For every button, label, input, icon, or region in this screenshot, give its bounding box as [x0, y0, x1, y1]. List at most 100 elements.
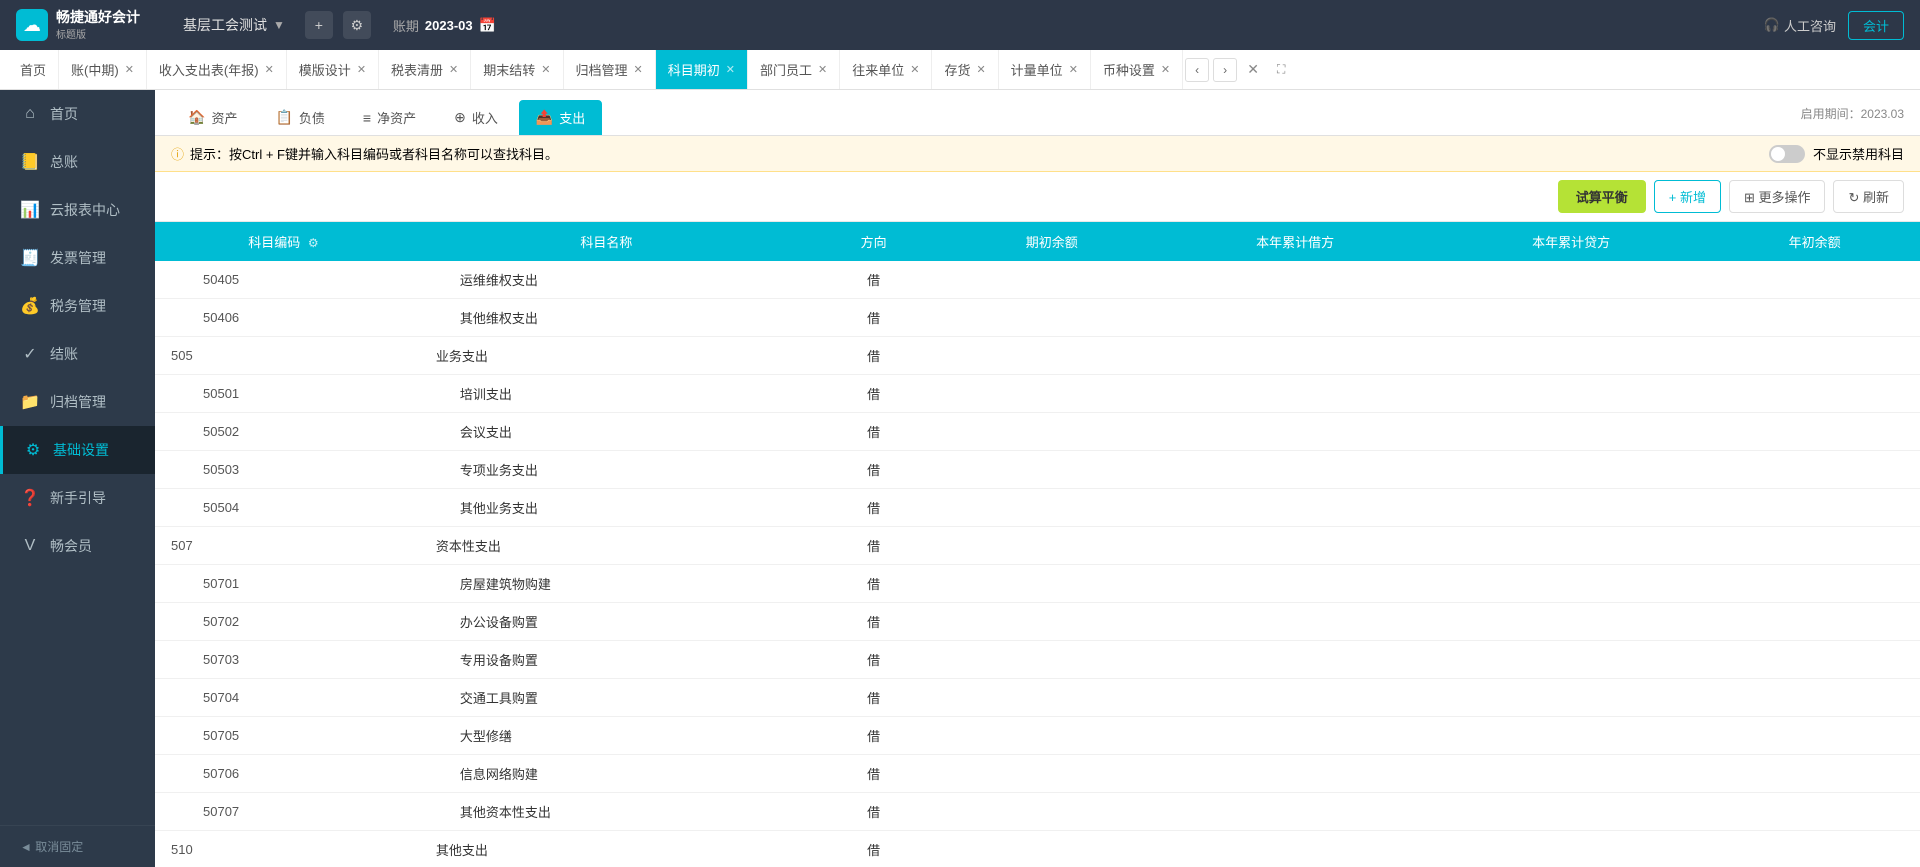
tab-subject-init-close[interactable]: ✕	[726, 63, 735, 76]
col-direction: 方向	[801, 222, 947, 261]
sidebar-item-member[interactable]: V 畅会员	[0, 522, 155, 570]
tab-income[interactable]: 收入支出表(年报) ✕	[147, 50, 287, 90]
table-row[interactable]: 50702办公设备购置借	[155, 603, 1920, 641]
table-row[interactable]: 50405运维维权支出借	[155, 261, 1920, 299]
tab-period-end[interactable]: 期末结转 ✕	[471, 50, 563, 90]
table-row[interactable]: 50706信息网络购建借	[155, 755, 1920, 793]
income-icon: ⊕	[454, 109, 466, 126]
cell-ytd-debit	[1157, 793, 1433, 831]
tab-tax[interactable]: 税表清册 ✕	[379, 50, 471, 90]
table-row[interactable]: 505业务支出借	[155, 337, 1920, 375]
table-row[interactable]: 50501培训支出借	[155, 375, 1920, 413]
sidebar-item-home[interactable]: ⌂ 首页	[0, 90, 155, 138]
cell-name: 会议支出	[412, 413, 801, 451]
tab-template-label: 模版设计	[299, 60, 351, 79]
tab-archive-close[interactable]: ✕	[634, 63, 643, 76]
sidebar-item-invoice[interactable]: 🧾 发票管理	[0, 234, 155, 282]
tab-income-close[interactable]: ✕	[265, 63, 274, 76]
more-operations-button[interactable]: ⊞ 更多操作	[1729, 180, 1826, 213]
tab-currency-close[interactable]: ✕	[1161, 63, 1170, 76]
tab-tax-label: 税表清册	[391, 60, 443, 79]
table-row[interactable]: 50703专用设备购置借	[155, 641, 1920, 679]
cell-code: 50501	[155, 375, 412, 413]
calendar-icon[interactable]: 📅	[479, 17, 496, 34]
cell-code: 50705	[155, 717, 412, 755]
tab-prev-button[interactable]: ‹	[1185, 58, 1209, 82]
disable-toggle[interactable]	[1769, 145, 1805, 163]
cell-direction: 借	[801, 641, 947, 679]
sub-tab-income[interactable]: ⊕ 收入	[437, 100, 515, 135]
table-row[interactable]: 50704交通工具购置借	[155, 679, 1920, 717]
sub-tab-asset[interactable]: 🏠 资产	[171, 100, 254, 135]
tab-template[interactable]: 模版设计 ✕	[287, 50, 379, 90]
sidebar-collapse-button[interactable]: ◄ 取消固定	[0, 825, 155, 867]
cell-code: 50706	[155, 755, 412, 793]
tab-home[interactable]: 首页	[8, 50, 59, 90]
calc-balance-button[interactable]: 试算平衡	[1558, 180, 1646, 213]
sidebar-invoice-label: 发票管理	[50, 248, 106, 268]
cell-name: 其他支出	[412, 831, 801, 867]
sub-tab-liability[interactable]: 📋 负债	[258, 100, 341, 135]
project-name[interactable]: 基层工会测试 ▼	[183, 15, 285, 35]
help-label: 人工咨询	[1784, 16, 1836, 35]
tab-mid[interactable]: 账(中期) ✕	[59, 50, 147, 90]
invoice-icon: 🧾	[20, 248, 40, 268]
sidebar-item-tax[interactable]: 💰 税务管理	[0, 282, 155, 330]
sidebar-item-archive[interactable]: 📁 归档管理	[0, 378, 155, 426]
settings-icon[interactable]: ⚙	[343, 11, 371, 39]
table-row[interactable]: 50705大型修缮借	[155, 717, 1920, 755]
tab-tax-close[interactable]: ✕	[449, 63, 458, 76]
sub-tab-expense[interactable]: 📤 支出	[519, 100, 602, 135]
cell-year-opening	[1709, 489, 1920, 527]
sidebar-item-ledger[interactable]: 📒 总账	[0, 138, 155, 186]
tab-period-end-close[interactable]: ✕	[541, 63, 550, 76]
tab-stock[interactable]: 存货 ✕	[932, 50, 998, 90]
sidebar-item-basic-settings[interactable]: ⚙ 基础设置	[0, 426, 155, 474]
tab-currency[interactable]: 币种设置 ✕	[1091, 50, 1183, 90]
tab-stock-close[interactable]: ✕	[976, 63, 985, 76]
tab-mid-close[interactable]: ✕	[125, 63, 134, 76]
project-dropdown-icon[interactable]: ▼	[273, 18, 285, 32]
sub-tab-bar: 🏠 资产 📋 负债 ≡ 净资产 ⊕ 收入 📤 支出 启用期间：2023.03	[155, 90, 1920, 136]
help-button[interactable]: 🎧 人工咨询	[1764, 16, 1836, 35]
tab-measure-close[interactable]: ✕	[1069, 63, 1078, 76]
tab-archive[interactable]: 归档管理 ✕	[564, 50, 656, 90]
tab-next-button[interactable]: ›	[1213, 58, 1237, 82]
cell-ytd-credit	[1433, 679, 1709, 717]
cell-ytd-debit	[1157, 755, 1433, 793]
sidebar-item-settle[interactable]: ✓ 结账	[0, 330, 155, 378]
sub-tab-net-asset[interactable]: ≡ 净资产	[346, 100, 433, 135]
tab-unit-close[interactable]: ✕	[910, 63, 919, 76]
tab-unit[interactable]: 往来单位 ✕	[840, 50, 932, 90]
tab-expand-button[interactable]: ⛶	[1269, 58, 1293, 82]
cell-year-opening	[1709, 755, 1920, 793]
cell-ytd-credit	[1433, 299, 1709, 337]
tab-template-close[interactable]: ✕	[357, 63, 366, 76]
cell-name: 办公设备购置	[412, 603, 801, 641]
tab-dept-staff-close[interactable]: ✕	[818, 63, 827, 76]
tab-measure[interactable]: 计量单位 ✕	[999, 50, 1091, 90]
tab-close-all-button[interactable]: ✕	[1241, 58, 1265, 82]
period-note-text: 启用期间：2023.03	[1801, 107, 1904, 121]
table-row[interactable]: 50502会议支出借	[155, 413, 1920, 451]
table-row[interactable]: 50707其他资本性支出借	[155, 793, 1920, 831]
cell-opening	[946, 641, 1157, 679]
table-row[interactable]: 50504其他业务支出借	[155, 489, 1920, 527]
table-row[interactable]: 507资本性支出借	[155, 527, 1920, 565]
ledger-icon: 📒	[20, 152, 40, 172]
tab-subject-init[interactable]: 科目期初 ✕	[656, 50, 748, 90]
add-button[interactable]: +	[305, 11, 333, 39]
sidebar-item-reports[interactable]: 📊 云报表中心	[0, 186, 155, 234]
col-settings-icon[interactable]: ⚙	[308, 236, 319, 250]
sidebar-item-guide[interactable]: ❓ 新手引导	[0, 474, 155, 522]
add-subject-button[interactable]: + 新增	[1654, 180, 1721, 213]
table-row[interactable]: 50503专项业务支出借	[155, 451, 1920, 489]
account-button[interactable]: 会计	[1848, 11, 1904, 40]
tab-dept-staff[interactable]: 部门员工 ✕	[748, 50, 840, 90]
table-row[interactable]: 50701房屋建筑物购建借	[155, 565, 1920, 603]
table-row[interactable]: 510其他支出借	[155, 831, 1920, 867]
asset-icon: 🏠	[188, 109, 205, 126]
table-row[interactable]: 50406其他维权支出借	[155, 299, 1920, 337]
refresh-button[interactable]: ↻ 刷新	[1833, 180, 1904, 213]
liability-icon: 📋	[275, 109, 292, 126]
